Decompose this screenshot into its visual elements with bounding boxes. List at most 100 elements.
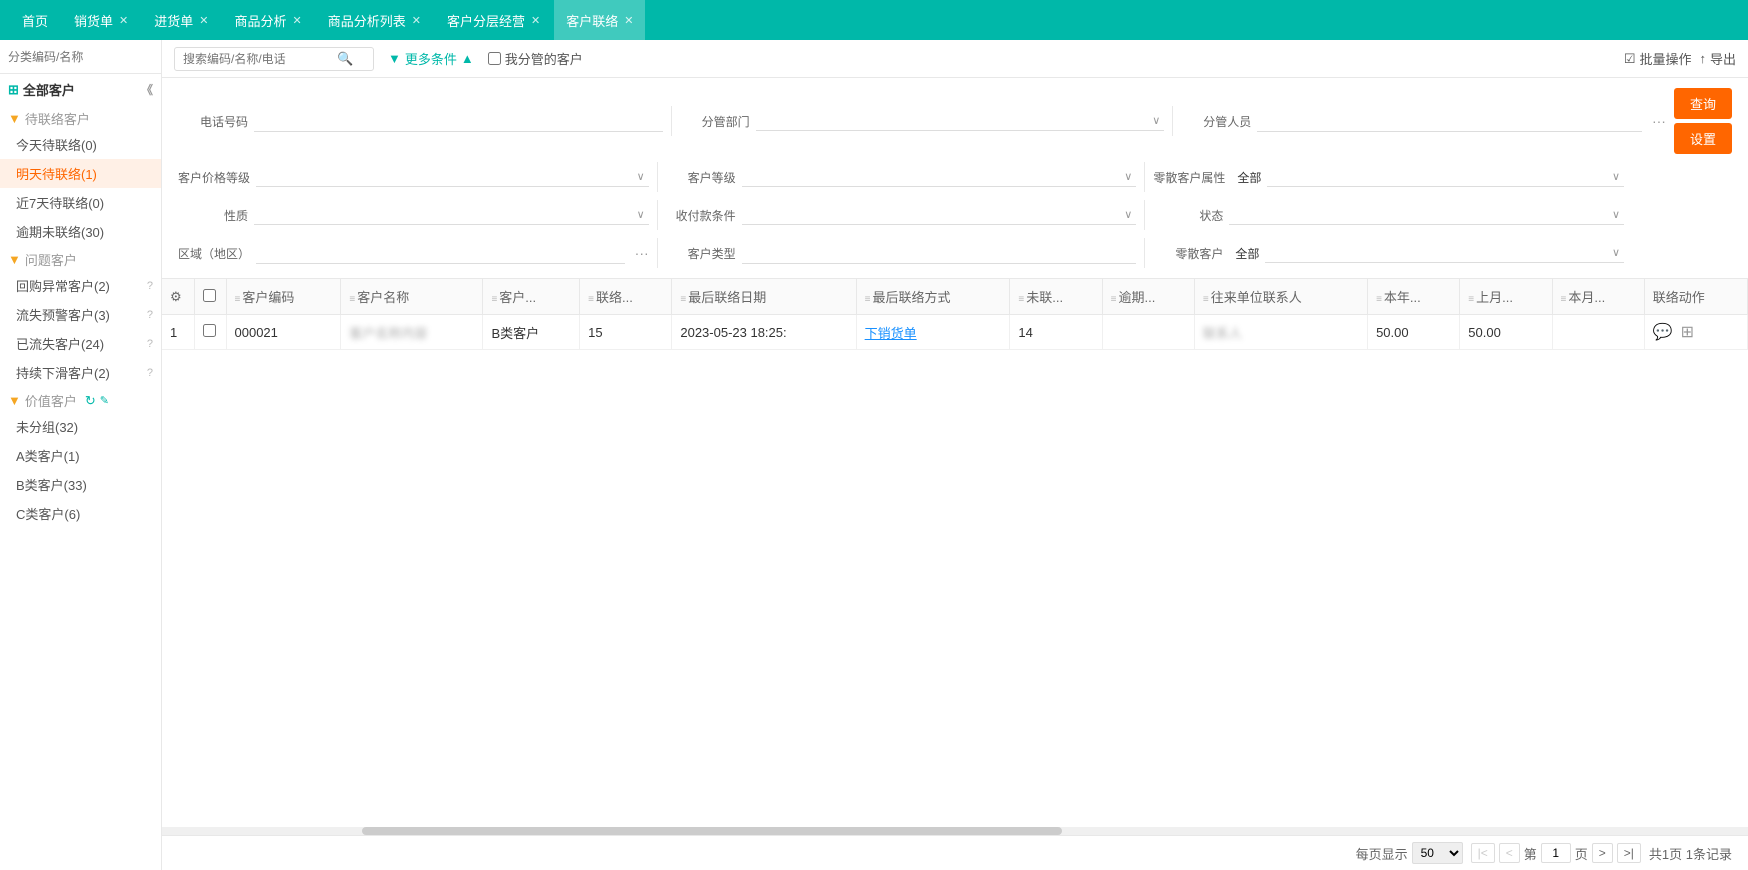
select-price-level[interactable]: ∨ — [256, 167, 649, 187]
sort-icon-date[interactable]: ≡ — [680, 294, 686, 305]
export-btn[interactable]: ↑ 导出 — [1699, 49, 1736, 68]
sidebar-all-customers[interactable]: ⊞ 全部客户 《 — [0, 74, 161, 105]
col-customer-name: ≡客户名称 — [341, 279, 483, 315]
label-dept: 分管部门 — [680, 113, 750, 130]
table-scrollbar-thumb[interactable] — [362, 827, 1062, 835]
field-retail-customer: 零散客户 全部 ∨ — [1153, 243, 1624, 263]
input-region[interactable] — [256, 243, 625, 264]
edit-icon[interactable]: ✎ — [100, 394, 109, 407]
field-customer-type: 客户类型 — [666, 243, 1137, 264]
total-label: 共1页 1条记录 — [1649, 844, 1732, 863]
row-checkbox[interactable] — [203, 324, 216, 337]
sort-icon-type[interactable]: ≡ — [491, 294, 497, 305]
help-icon-2[interactable]: ? — [147, 338, 153, 350]
close-purchase-order[interactable]: ✕ — [199, 14, 208, 27]
nav-product-analysis[interactable]: 商品分析 ✕ — [222, 0, 313, 40]
next-page-btn[interactable]: > — [1592, 843, 1613, 863]
group-label-pending: ▼ 待联络客户 — [0, 105, 161, 130]
select-dept[interactable]: ∨ — [756, 111, 1165, 131]
cell-contact-count: 15 — [580, 315, 672, 350]
per-page-select[interactable]: 50 100 200 — [1412, 842, 1463, 864]
select-payment[interactable]: ∨ — [742, 205, 1137, 225]
col-customer-type: ≡客户... — [483, 279, 580, 315]
setting-button[interactable]: 设置 — [1674, 123, 1732, 154]
cell-index: 1 — [162, 315, 194, 350]
close-customer-contact[interactable]: ✕ — [624, 14, 633, 27]
sort-icon-year[interactable]: ≡ — [1376, 294, 1382, 305]
help-icon-0[interactable]: ? — [147, 280, 153, 292]
nav-home[interactable]: 首页 — [10, 0, 60, 40]
select-customer-level[interactable]: ∨ — [742, 167, 1137, 187]
gear-icon[interactable]: ⚙ — [170, 289, 182, 304]
last-method-link[interactable]: 下销货单 — [865, 326, 917, 341]
select-all-checkbox[interactable] — [203, 289, 216, 302]
sort-icon-overdue[interactable]: ≡ — [1111, 294, 1117, 305]
search-icon[interactable]: 🔍 — [337, 51, 353, 67]
sidebar-item-a-class[interactable]: A类客户(1) — [0, 441, 161, 470]
sidebar-item-warning[interactable]: 流失预警客户(3) ? — [0, 300, 161, 329]
nav-customer-segmentation[interactable]: 客户分层经营 ✕ — [435, 0, 552, 40]
close-product-analysis[interactable]: ✕ — [293, 14, 302, 27]
chevron-down-icon-8: ∨ — [1612, 246, 1620, 259]
sidebar-search-input[interactable] — [8, 50, 162, 64]
sidebar-item-overdue[interactable]: 逾期未联络(30) — [0, 217, 161, 246]
sort-icon-this-month[interactable]: ≡ — [1561, 294, 1567, 305]
close-customer-segmentation[interactable]: ✕ — [531, 14, 540, 27]
sidebar-item-tomorrow[interactable]: 明天待联络(1) — [0, 159, 161, 188]
close-sales-order[interactable]: ✕ — [119, 14, 128, 27]
filter-right: ☑ 批量操作 ↑ 导出 — [1624, 49, 1736, 68]
input-phone[interactable] — [254, 111, 663, 132]
help-icon-1[interactable]: ? — [147, 309, 153, 321]
col-contact-person: ≡往来单位联系人 — [1194, 279, 1367, 315]
dots-manager[interactable]: ··· — [1652, 113, 1666, 129]
sort-icon-code[interactable]: ≡ — [235, 294, 241, 305]
close-product-analysis-list[interactable]: ✕ — [412, 14, 421, 27]
bulk-action-btn[interactable]: ☑ 批量操作 — [1624, 49, 1692, 68]
select-nature[interactable]: ∨ — [254, 205, 649, 225]
sidebar-item-c-class[interactable]: C类客户(6) — [0, 499, 161, 528]
search-input[interactable] — [183, 52, 333, 66]
input-customer-type[interactable] — [742, 243, 1137, 264]
refresh-icon[interactable]: ↻ — [85, 393, 96, 409]
select-status[interactable]: ∨ — [1229, 205, 1624, 225]
sidebar-item-abnormal[interactable]: 回购异常客户(2) ? — [0, 271, 161, 300]
grid-action-icon[interactable]: ⊞ — [1681, 322, 1694, 342]
chevron-down-icon-7: ∨ — [1612, 208, 1620, 221]
chevron-down-icon-4: ∨ — [1612, 170, 1620, 183]
sidebar-item-7days[interactable]: 近7天待联络(0) — [0, 188, 161, 217]
input-manager[interactable] — [1257, 111, 1642, 132]
nav-customer-contact[interactable]: 客户联络 ✕ — [554, 0, 645, 40]
label-phone: 电话号码 — [178, 113, 248, 130]
sidebar-item-today[interactable]: 今天待联络(0) — [0, 130, 161, 159]
sort-icon-uncontacted[interactable]: ≡ — [1018, 294, 1024, 305]
sort-icon-name[interactable]: ≡ — [349, 294, 355, 305]
sort-icon-person[interactable]: ≡ — [1203, 294, 1209, 305]
sidebar-item-unclassified[interactable]: 未分组(32) — [0, 412, 161, 441]
cell-name: 客户名称内容 — [341, 315, 483, 350]
sidebar-item-b-class[interactable]: B类客户(33) — [0, 470, 161, 499]
select-retail-attr[interactable]: ∨ — [1267, 167, 1624, 187]
cell-overdue — [1102, 315, 1194, 350]
chat-action-icon[interactable]: 💬 — [1653, 322, 1673, 342]
help-icon-3[interactable]: ? — [147, 367, 153, 379]
my-customers-checkbox[interactable] — [488, 52, 501, 65]
prev-page-btn[interactable]: < — [1499, 843, 1520, 863]
sidebar-item-lost[interactable]: 已流失客户(24) ? — [0, 329, 161, 358]
my-customers-checkbox-label[interactable]: 我分管的客户 — [488, 49, 583, 68]
last-page-btn[interactable]: >| — [1617, 843, 1641, 863]
nav-product-analysis-list[interactable]: 商品分析列表 ✕ — [316, 0, 433, 40]
page-number-input[interactable] — [1541, 843, 1571, 863]
nav-sales-order[interactable]: 销货单 ✕ — [62, 0, 140, 40]
chevron-down-icon-2: ∨ — [637, 170, 645, 183]
col-gear: ⚙ — [162, 279, 194, 315]
sort-icon-method[interactable]: ≡ — [865, 294, 871, 305]
first-page-btn[interactable]: |< — [1471, 843, 1495, 863]
sidebar-item-declining[interactable]: 持续下滑客户(2) ? — [0, 358, 161, 387]
nav-purchase-order[interactable]: 进货单 ✕ — [142, 0, 220, 40]
select-retail-customer[interactable]: ∨ — [1265, 243, 1624, 263]
sort-icon-contact[interactable]: ≡ — [588, 294, 594, 305]
more-conditions-btn[interactable]: ▼ 更多条件 ▲ — [382, 46, 480, 71]
sort-icon-last-month[interactable]: ≡ — [1468, 294, 1474, 305]
dots-region[interactable]: ··· — [635, 245, 649, 261]
query-button[interactable]: 查询 — [1674, 88, 1732, 119]
